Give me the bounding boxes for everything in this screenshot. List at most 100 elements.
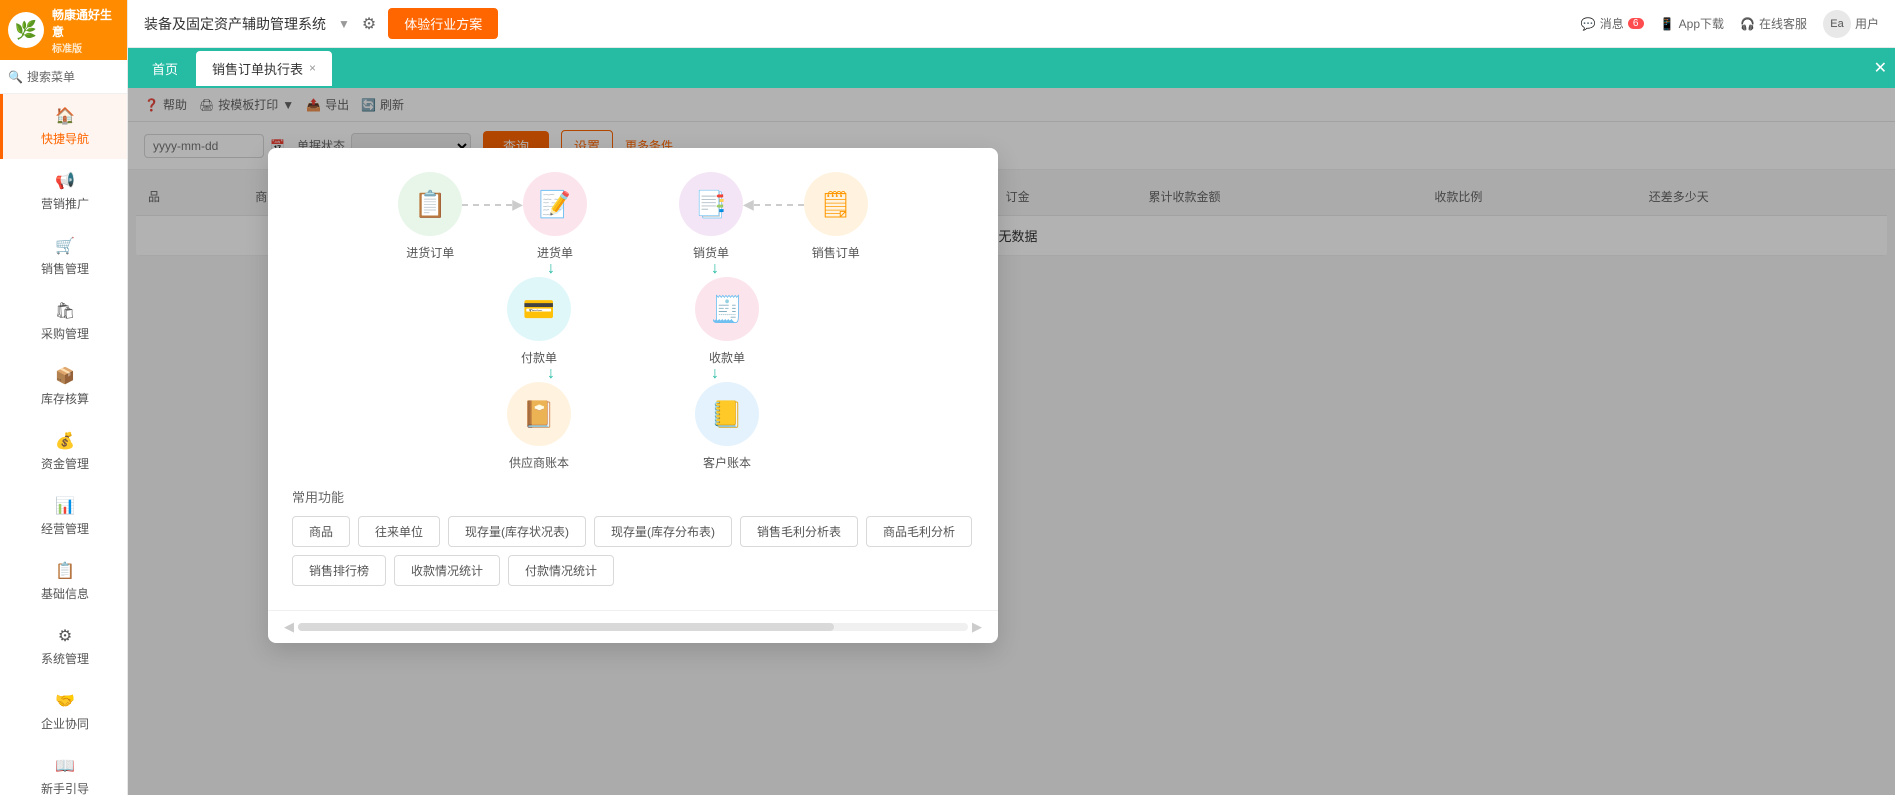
purchase-order-label: 进货订单 (406, 244, 454, 261)
func-btn-sales-rank[interactable]: 销售排行榜 (292, 555, 386, 586)
sidebar-item-label: 经营管理 (41, 520, 89, 537)
supplier-ledger-icon: 📔 (507, 382, 571, 446)
sidebar-item-operation[interactable]: 📊 经营管理 (0, 484, 127, 549)
user-label: 用户 (1855, 15, 1879, 32)
flow-node-purchase-order: 📋 进货订单 (398, 172, 462, 261)
user-initial: Ea (1830, 18, 1843, 30)
purchase-bill-icon: 📝 (523, 172, 587, 236)
modal-overlay[interactable]: 📋 进货订单 ▶ 📝 (128, 88, 1895, 795)
func-btn-payment-stat[interactable]: 付款情况统计 (508, 555, 614, 586)
sidebar-item-label: 资金管理 (41, 455, 89, 472)
payment-bill-label: 付款单 (521, 349, 557, 366)
supplier-ledger-label: 供应商账本 (509, 454, 569, 471)
tab-home[interactable]: 首页 (136, 51, 194, 86)
modal-scroll: ◀ ▶ (268, 610, 998, 643)
home-icon: 🏠 (55, 106, 75, 126)
function-buttons: 商品 往来单位 现存量(库存状况表) 现存量(库存分布表) 销售毛利分析表 商品… (292, 516, 974, 586)
common-functions-title: 常用功能 (292, 487, 974, 506)
sidebar-item-guide[interactable]: 📖 新手引导 (0, 744, 127, 795)
receipt-bill-label: 收款单 (709, 349, 745, 366)
tab-sales-exec[interactable]: 销售订单执行表 × (196, 51, 332, 86)
dropdown-icon[interactable]: ▼ (338, 17, 350, 31)
user-action[interactable]: Ea 用户 (1823, 10, 1879, 38)
flow-node-sales-bill: 📑 销货单 (679, 172, 743, 261)
sidebar-search[interactable]: 🔍 搜索菜单 (0, 60, 127, 94)
enterprise-icon: 🤝 (55, 691, 75, 711)
customer-ledger-label: 客户账本 (703, 454, 751, 471)
flow-node-customer-ledger: 📒 客户账本 (695, 382, 759, 471)
modal: 📋 进货订单 ▶ 📝 (268, 148, 998, 643)
tab-bar: 首页 销售订单执行表 × ✕ (128, 48, 1895, 88)
common-functions: 常用功能 商品 往来单位 现存量(库存状况表) 现存量(库存分布表) 销售毛利分… (292, 487, 974, 586)
tab-close-icon[interactable]: × (309, 61, 316, 75)
sidebar-item-marketing[interactable]: 📢 营销推广 (0, 159, 127, 224)
message-label: 消息 (1600, 15, 1624, 32)
sales-bill-icon: 📑 (679, 172, 743, 236)
app-download-action[interactable]: 📱 App下载 (1660, 15, 1724, 32)
flow-node-supplier-ledger: 📔 供应商账本 (507, 382, 571, 471)
scroll-left-icon[interactable]: ◀ (284, 619, 294, 635)
sidebar-item-enterprise[interactable]: 🤝 企业协同 (0, 679, 127, 744)
sidebar-item-basic-info[interactable]: 📋 基础信息 (0, 549, 127, 614)
modal-body: 📋 进货订单 ▶ 📝 (268, 148, 998, 610)
func-btn-sales-margin[interactable]: 销售毛利分析表 (740, 516, 858, 547)
sales-bill-label: 销货单 (693, 244, 729, 261)
sidebar-item-label: 库存核算 (41, 390, 89, 407)
receipt-bill-icon: 🧾 (695, 277, 759, 341)
top-header: 装备及固定资产辅助管理系统 ▼ ⚙ 体验行业方案 💬 消息 6 📱 App下载 … (128, 0, 1895, 48)
flow-diagram: 📋 进货订单 ▶ 📝 (292, 172, 974, 471)
avatar: Ea (1823, 10, 1851, 38)
func-btn-partner[interactable]: 往来单位 (358, 516, 440, 547)
message-action[interactable]: 💬 消息 6 (1581, 15, 1644, 32)
func-btn-stock-status[interactable]: 现存量(库存状况表) (448, 516, 586, 547)
operation-icon: 📊 (55, 496, 75, 516)
func-btn-receipt-stat[interactable]: 收款情况统计 (394, 555, 500, 586)
sidebar-logo: 🌿 畅康通好生意 标准版 (0, 0, 127, 60)
flow-node-payment-bill: 💳 付款单 (507, 277, 571, 366)
sidebar-item-label: 快捷导航 (41, 130, 89, 147)
basic-info-icon: 📋 (55, 561, 75, 581)
main-area: 装备及固定资产辅助管理系统 ▼ ⚙ 体验行业方案 💬 消息 6 📱 App下载 … (128, 0, 1895, 795)
tab-bar-close-icon[interactable]: ✕ (1874, 58, 1887, 78)
sidebar-item-quick-nav[interactable]: 🏠 快捷导航 (0, 94, 127, 159)
sidebar-item-purchase[interactable]: 🛍 采购管理 (0, 289, 127, 354)
sidebar-item-finance[interactable]: 💰 资金管理 (0, 419, 127, 484)
sidebar-item-inventory[interactable]: 📦 库存核算 (0, 354, 127, 419)
scroll-thumb (298, 623, 834, 631)
sidebar-item-system[interactable]: ⚙ 系统管理 (0, 614, 127, 679)
func-btn-product[interactable]: 商品 (292, 516, 350, 547)
flow-node-purchase-bill: 📝 进货单 (523, 172, 587, 261)
func-btn-product-margin[interactable]: 商品毛利分析 (866, 516, 972, 547)
content-area: ❓ 帮助 🖨 按模板打印 ▼ 📤 导出 🔄 刷新 (128, 88, 1895, 795)
guide-icon: 📖 (55, 756, 75, 776)
sidebar-item-label: 新手引导 (41, 780, 89, 795)
search-icon: 🔍 (8, 70, 23, 84)
online-service-action[interactable]: 🎧 在线客服 (1740, 15, 1807, 32)
experience-button[interactable]: 体验行业方案 (388, 8, 498, 39)
sidebar-item-sales[interactable]: 🛒 销售管理 (0, 224, 127, 289)
system-icon: ⚙ (58, 626, 72, 646)
sidebar-item-label: 基础信息 (41, 585, 89, 602)
logo-text: 畅康通好生意 (52, 6, 119, 40)
scroll-right-icon[interactable]: ▶ (972, 619, 982, 635)
sidebar-item-label: 销售管理 (41, 260, 89, 277)
sales-order-label: 销售订单 (812, 244, 860, 261)
func-btn-stock-dist[interactable]: 现存量(库存分布表) (594, 516, 732, 547)
customer-ledger-icon: 📒 (695, 382, 759, 446)
sales-icon: 🛒 (55, 236, 75, 256)
inventory-icon: 📦 (55, 366, 75, 386)
sidebar-item-label: 营销推广 (41, 195, 89, 212)
gear-icon[interactable]: ⚙ (362, 14, 376, 34)
finance-icon: 💰 (55, 431, 75, 451)
payment-bill-icon: 💳 (507, 277, 571, 341)
purchase-order-icon: 📋 (398, 172, 462, 236)
purchase-bill-label: 进货单 (537, 244, 573, 261)
tab-home-label: 首页 (152, 59, 178, 78)
header-actions: 💬 消息 6 📱 App下载 🎧 在线客服 Ea 用户 (1581, 10, 1879, 38)
logo-icon: 🌿 (8, 12, 44, 48)
sidebar-item-label: 采购管理 (41, 325, 89, 342)
online-service-label: 在线客服 (1759, 15, 1807, 32)
scroll-track[interactable] (298, 623, 968, 631)
sidebar-nav: 🏠 快捷导航 📢 营销推广 🛒 销售管理 🛍 采购管理 📦 库存核算 💰 (0, 94, 127, 795)
sidebar-item-label: 企业协同 (41, 715, 89, 732)
